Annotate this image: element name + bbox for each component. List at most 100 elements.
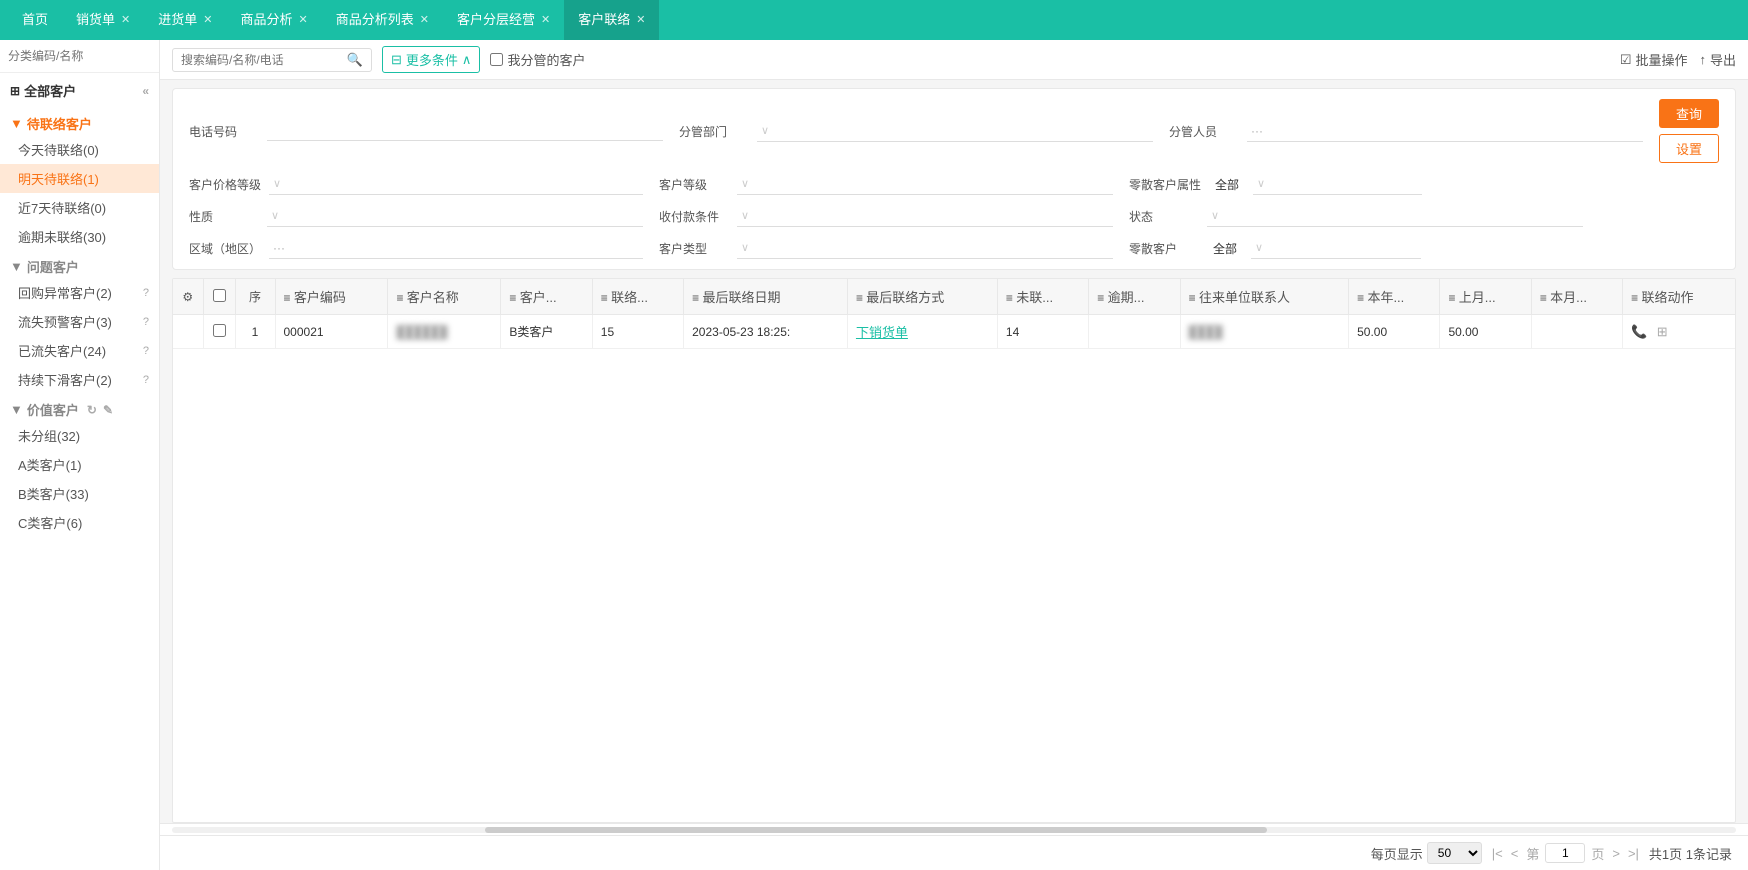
settings-button[interactable]: 设置 <box>1659 134 1719 163</box>
next-page-btn[interactable]: > <box>1610 846 1622 861</box>
page-size-select[interactable]: 50 100 200 <box>1427 842 1482 864</box>
col-header-this-year: ≡ 本年... <box>1349 279 1440 315</box>
batch-icon: ☑ <box>1620 52 1632 68</box>
filter-retail-customer-label: 零散客户 <box>1129 240 1199 257</box>
scrollbar-track[interactable] <box>172 827 1736 833</box>
sidebar-group-pending-contact: ▼ 待联络客户 <box>0 108 159 135</box>
row-contact-action: 📞 ⊞ <box>1623 315 1735 349</box>
sidebar-item-declining[interactable]: 持续下滑客户(2) ? <box>0 365 159 394</box>
col-header-customer-type: ≡ 客户... <box>501 279 592 315</box>
retail-customer-value: 全部 <box>1213 240 1237 257</box>
table-container: ⚙ 序 ≡ 客户编码 ≡ 客户名称 ≡ 客户... ≡ 联络... ≡ 最后联络… <box>172 278 1736 823</box>
filter-customer-level-select[interactable]: ∨ <box>737 173 1113 195</box>
sidebar-item-overdue[interactable]: 逾期未联络(30) <box>0 222 159 251</box>
filter-customer-type-select[interactable]: ∨ <box>737 237 1113 259</box>
filter-retail-attr: 零散客户属性 全部 ∨ <box>1129 173 1583 195</box>
sidebar-search-input[interactable] <box>8 49 160 63</box>
nav-goods-analysis-list[interactable]: 商品分析列表 ✕ <box>322 0 443 40</box>
nav-purchase[interactable]: 进货单 ✕ <box>144 0 226 40</box>
last-page-btn[interactable]: >| <box>1626 846 1641 861</box>
prev-page-btn[interactable]: < <box>1509 846 1521 861</box>
filter-retail-customer-select[interactable]: ∨ <box>1251 237 1421 259</box>
search-input[interactable] <box>181 53 347 67</box>
footer-total: 共1页 1条记录 <box>1649 844 1732 863</box>
sidebar-item-lost[interactable]: 已流失客户(24) ? <box>0 336 159 365</box>
row-last-contact-method[interactable]: 下销货单 <box>847 315 997 349</box>
filter-row-3: 性质 ∨ 收付款条件 ∨ 状态 ∨ <box>189 205 1719 227</box>
col-header-check[interactable] <box>203 279 235 315</box>
my-customers-checkbox[interactable] <box>490 53 503 66</box>
nav-close-purchase[interactable]: ✕ <box>203 0 212 40</box>
nav-customer-segment[interactable]: 客户分层经营 ✕ <box>443 0 564 40</box>
nav-close-customer-segment[interactable]: ✕ <box>541 0 550 40</box>
sidebar-collapse-btn[interactable]: « <box>142 84 149 98</box>
row-code: 000021 <box>275 315 388 349</box>
footer: 每页显示 50 100 200 |< < 第 页 > >| 共1页 1条记录 <box>160 835 1748 870</box>
filter-status-select[interactable]: ∨ <box>1207 205 1583 227</box>
filter-customer-type: 客户类型 ∨ <box>659 237 1113 259</box>
query-button[interactable]: 查询 <box>1659 99 1719 128</box>
help-icon-repeat[interactable]: ? <box>143 287 149 299</box>
my-customers-checkbox-label[interactable]: 我分管的客户 <box>490 50 585 69</box>
contact-phone-icon[interactable]: 📞 <box>1631 324 1647 339</box>
refresh-icon[interactable]: ↻ <box>87 403 97 417</box>
nav-close-goods-analysis[interactable]: ✕ <box>299 0 308 40</box>
batch-operation-btn[interactable]: ☑ 批量操作 <box>1620 50 1688 69</box>
nav-close-customer-contact[interactable]: ✕ <box>636 0 645 40</box>
sidebar-item-ungrouped[interactable]: 未分组(32) <box>0 421 159 450</box>
help-icon-lost[interactable]: ? <box>143 345 149 357</box>
nav-home[interactable]: 首页 <box>8 0 62 40</box>
filter-row-4: 区域（地区） ··· 客户类型 ∨ 零散客户 全部 ∨ <box>189 237 1719 259</box>
check-all[interactable] <box>213 289 226 302</box>
sidebar-item-repeat-abnormal[interactable]: 回购异常客户(2) ? <box>0 278 159 307</box>
sidebar-item-week7[interactable]: 近7天待联络(0) <box>0 193 159 222</box>
row-not-contact: 14 <box>997 315 1088 349</box>
col-header-last-method: ≡ 最后联络方式 <box>847 279 997 315</box>
row-name: ██████ <box>388 315 501 349</box>
nav-close-goods-analysis-list[interactable]: ✕ <box>420 0 429 40</box>
search-icon[interactable]: 🔍 <box>347 52 363 68</box>
filter-price-level-select[interactable]: ∨ <box>269 173 643 195</box>
scrollbar-thumb[interactable] <box>485 827 1267 833</box>
nav-customer-contact[interactable]: 客户联络 ✕ <box>564 0 659 40</box>
sidebar-group-value: ▼ 价值客户 ↻ ✎ <box>0 394 159 421</box>
sidebar-item-class-b[interactable]: B类客户(33) <box>0 479 159 508</box>
customer-table: ⚙ 序 ≡ 客户编码 ≡ 客户名称 ≡ 客户... ≡ 联络... ≡ 最后联络… <box>173 279 1735 349</box>
first-page-btn[interactable]: |< <box>1490 846 1505 861</box>
help-icon-declining[interactable]: ? <box>143 374 149 386</box>
sidebar-item-class-a[interactable]: A类客户(1) <box>0 450 159 479</box>
edit-icon[interactable]: ✎ <box>103 403 113 417</box>
filter-actions: 查询 设置 <box>1659 99 1719 163</box>
col-header-num: 序 <box>235 279 275 315</box>
nav-sales[interactable]: 销货单 ✕ <box>62 0 144 40</box>
filter-phone-input[interactable] <box>267 122 663 141</box>
sidebar-item-class-c[interactable]: C类客户(6) <box>0 508 159 537</box>
help-icon-lost-risk[interactable]: ? <box>143 316 149 328</box>
filter-btn[interactable]: ⊟ 更多条件 ∧ <box>382 46 480 73</box>
row-contact-count: 15 <box>592 315 683 349</box>
sidebar-item-tomorrow[interactable]: 明天待联络(1) <box>0 164 159 193</box>
sidebar-search-bar: 🔍 <box>0 40 159 73</box>
filter-nature-select[interactable]: ∨ <box>267 205 643 227</box>
nav-close-sales[interactable]: ✕ <box>121 0 130 40</box>
filter-customer-level: 客户等级 ∨ <box>659 173 1113 195</box>
sidebar-all-customers[interactable]: ⊞ 全部客户 « <box>0 73 159 108</box>
export-btn[interactable]: ↑ 导出 <box>1699 50 1736 69</box>
filter-region-select[interactable]: ··· <box>269 237 643 259</box>
nav-goods-analysis[interactable]: 商品分析 ✕ <box>226 0 321 40</box>
col-header-not-contact: ≡ 未联... <box>997 279 1088 315</box>
sidebar-item-lost-risk[interactable]: 流失预警客户(3) ? <box>0 307 159 336</box>
filter-person-label: 分管人员 <box>1169 123 1239 140</box>
col-header-settings[interactable]: ⚙ <box>173 279 203 315</box>
grid-icon: ⊞ <box>10 84 20 98</box>
sidebar-item-today[interactable]: 今天待联络(0) <box>0 135 159 164</box>
row-check[interactable] <box>203 315 235 349</box>
contact-grid-icon[interactable]: ⊞ <box>1657 324 1668 339</box>
row-checkbox-1[interactable] <box>213 324 226 337</box>
filter-payment-select[interactable]: ∨ <box>737 205 1113 227</box>
content-area: 🔍 ⊟ 更多条件 ∧ 我分管的客户 ☑ 批量操作 ↑ 导出 <box>160 40 1748 870</box>
filter-person-select[interactable]: ··· <box>1247 120 1643 142</box>
page-input[interactable] <box>1545 843 1585 863</box>
filter-retail-attr-select[interactable]: ∨ <box>1253 173 1422 195</box>
filter-dept-select[interactable]: ∨ <box>757 120 1153 142</box>
